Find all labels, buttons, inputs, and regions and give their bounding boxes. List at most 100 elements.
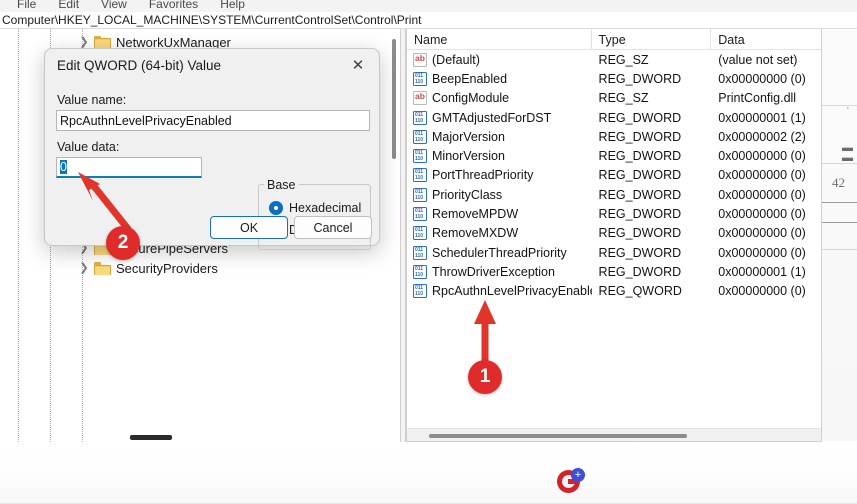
annotation-badge-1: 1 (468, 360, 502, 394)
chevron-right-icon[interactable]: ❯ (78, 263, 90, 274)
background-dash-mark-2: ▬ (842, 152, 853, 164)
menu-item-favorites[interactable]: Favorites (138, 0, 209, 11)
cancel-button[interactable]: Cancel (294, 216, 372, 239)
table-row[interactable]: ConfigModule REG_SZ PrintConfig.dll (407, 89, 821, 108)
table-row[interactable]: RpcAuthnLevelPrivacyEnabled REG_QWORD 0x00… (407, 282, 821, 301)
value-name-cell: MinorVersion (407, 149, 592, 164)
column-header-name[interactable]: Name (407, 29, 592, 50)
value-name-cell: BeepEnabled (407, 71, 592, 86)
value-data-cell: 0x00000000 (0) (718, 168, 806, 183)
tree-horizontal-scroll-thumb[interactable] (130, 435, 172, 440)
dword-value-icon (413, 207, 427, 222)
table-row[interactable]: RemoveMXDW REG_DWORD 0x00000000 (0) (407, 224, 821, 243)
value-name-text: RemoveMXDW (432, 226, 519, 241)
value-data-cell: 0x00000000 (0) (718, 149, 806, 164)
dialog-title-bar: Edit QWORD (64-bit) Value ✕ (45, 49, 379, 81)
string-value-icon (413, 52, 427, 67)
column-header-type[interactable]: Type (592, 29, 712, 50)
menu-item-file[interactable]: File (6, 0, 47, 11)
value-data-cell: 0x00000002 (2) (718, 129, 806, 144)
value-name-text: RemoveMPDW (432, 207, 519, 222)
menu-item-view[interactable]: View (90, 0, 138, 11)
dialog-title: Edit QWORD (64-bit) Value (57, 57, 222, 73)
table-row[interactable]: RemoveMPDW REG_DWORD 0x00000000 (0) (407, 204, 821, 223)
value-name-text: MinorVersion (432, 149, 505, 164)
edit-qword-dialog[interactable]: Edit QWORD (64-bit) Value ✕ Value name: … (44, 48, 380, 250)
value-type-cell: REG_DWORD (598, 264, 682, 279)
value-name-text: PortThreadPriority (432, 168, 534, 183)
value-name-text: SchedulerThreadPriority (432, 245, 567, 260)
table-row[interactable]: MajorVersion REG_DWORD 0x00000002 (2) (407, 127, 821, 146)
values-list: (Default) REG_SZ (value not set) BeepEnable… (407, 50, 821, 301)
lower-page-sheet (0, 441, 857, 504)
value-data-label: Value data: (57, 140, 120, 154)
dword-value-icon (413, 226, 427, 241)
value-name-text: GMTAdjustedForDST (432, 110, 552, 125)
chevron-right-icon[interactable]: ❯ (78, 36, 90, 48)
value-name-text: ConfigModule (432, 91, 510, 106)
radio-hexadecimal-icon (269, 201, 283, 215)
value-name-cell: ConfigModule (407, 91, 592, 106)
close-icon[interactable]: ✕ (343, 53, 373, 77)
background-right-panel (820, 0, 857, 504)
background-divider-4 (820, 222, 857, 223)
value-data-cell: 0x00000000 (0) (718, 284, 806, 299)
value-name-cell: (Default) (407, 52, 592, 67)
value-name-text: RpcAuthnLevelPrivacyEnabled (60, 113, 232, 128)
value-name-input[interactable]: RpcAuthnLevelPrivacyEnabled (56, 110, 370, 131)
background-divider-3 (820, 202, 857, 203)
value-name-cell: GMTAdjustedForDST (407, 110, 592, 125)
tree-vertical-scroll-thumb[interactable] (392, 39, 396, 159)
screenshot-root: · ▬ ▬ 42 File Edit View Favorites Help C… (0, 0, 857, 504)
value-data-cell: 0x00000000 (0) (718, 207, 806, 222)
dword-value-icon (413, 187, 427, 202)
value-data-input[interactable]: 0 (56, 157, 202, 178)
value-type-cell: REG_DWORD (598, 110, 682, 125)
value-name-label: Value name: (57, 93, 127, 107)
value-name-text: ThrowDriverException (432, 264, 555, 279)
value-name-cell: RemoveMXDW (407, 226, 592, 241)
table-row[interactable]: GMTAdjustedForDST REG_DWORD 0x00000001 (1) (407, 108, 821, 127)
table-row[interactable]: SchedulerThreadPriority REG_DWORD 0x000000… (407, 243, 821, 262)
value-type-cell: REG_SZ (598, 91, 649, 106)
value-name-cell: PriorityClass (407, 187, 592, 202)
value-type-cell: REG_DWORD (598, 71, 682, 86)
column-header-data[interactable]: Data (711, 29, 821, 50)
table-row[interactable]: (Default) REG_SZ (value not set) (407, 50, 821, 69)
menu-item-edit[interactable]: Edit (47, 0, 90, 11)
dword-value-icon (413, 110, 427, 125)
background-dot-mark-1: · (846, 102, 850, 114)
dword-value-icon (413, 264, 427, 279)
table-row[interactable]: MinorVersion REG_DWORD 0x00000000 (0) (407, 146, 821, 165)
value-data-cell: 0x00000000 (0) (718, 71, 806, 86)
value-name-cell: PortThreadPriority (407, 168, 592, 183)
folder-icon (94, 35, 111, 49)
value-type-cell: REG_SZ (598, 52, 649, 67)
table-row[interactable]: PortThreadPriority REG_DWORD 0x00000000 (0… (407, 166, 821, 185)
value-type-cell: REG_DWORD (598, 149, 682, 164)
value-type-cell: REG_DWORD (598, 226, 682, 241)
value-name-cell: ThrowDriverException (407, 264, 592, 279)
menu-item-help[interactable]: Help (209, 0, 256, 11)
table-row[interactable]: PriorityClass REG_DWORD 0x00000000 (0) (407, 185, 821, 204)
table-row[interactable]: BeepEnabled REG_DWORD 0x00000000 (0) (407, 69, 821, 88)
background-dash-mark-1: ▬ (842, 142, 853, 154)
values-horizontal-scroll-thumb[interactable] (429, 434, 687, 438)
registry-path: Computer\HKEY_LOCAL_MACHINE\SYSTEM\Curre… (2, 13, 422, 27)
value-type-cell: REG_DWORD (598, 168, 682, 183)
table-row[interactable]: ThrowDriverException REG_DWORD 0x00000001 … (407, 262, 821, 281)
tree-horizontal-scrollbar[interactable] (130, 434, 190, 441)
tree-item-securityproviders[interactable]: ❯ SecurityProviders (0, 259, 400, 280)
annotation-badge-2: 2 (106, 226, 140, 260)
value-type-cell: REG_DWORD (598, 187, 682, 202)
value-type-cell: REG_DWORD (598, 207, 682, 222)
value-data-cell: 0x00000000 (0) (718, 226, 806, 241)
address-bar[interactable]: Computer\HKEY_LOCAL_MACHINE\SYSTEM\Curre… (0, 12, 857, 29)
radio-hexadecimal[interactable]: Hexadecimal (269, 201, 361, 215)
background-divider-5 (820, 249, 857, 250)
ok-button[interactable]: OK (210, 216, 288, 239)
value-data-cell: 0x00000000 (0) (718, 187, 806, 202)
values-horizontal-scrollbar[interactable] (407, 428, 821, 441)
dword-value-icon (413, 245, 427, 260)
tree-vertical-scrollbar[interactable] (391, 31, 398, 440)
